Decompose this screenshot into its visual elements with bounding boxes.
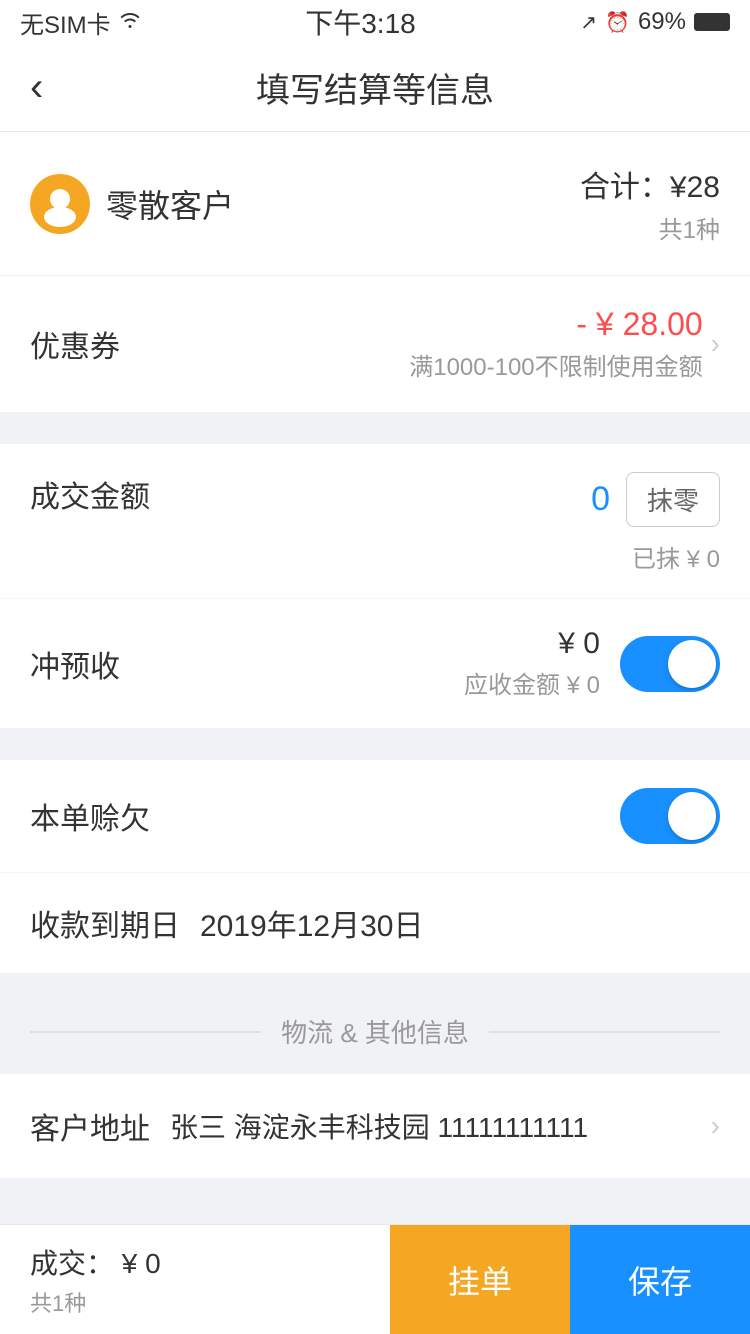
page-title: 填写结算等信息 xyxy=(256,63,494,112)
transaction-label: 成交金额 xyxy=(30,472,150,516)
section-divider-2 xyxy=(0,744,750,760)
address-chevron-icon: › xyxy=(711,1110,720,1142)
section-divider-1 xyxy=(0,428,750,444)
address-value: 张三 海淀永丰科技园 11111111111 xyxy=(170,1106,703,1146)
coupon-chevron-icon: › xyxy=(711,328,720,360)
transaction-right: 抹零 xyxy=(167,472,720,527)
already-rounded: 已抹 ¥ 0 xyxy=(0,539,750,598)
pending-button[interactable]: 挂单 xyxy=(390,1225,570,1334)
round-off-button[interactable]: 抹零 xyxy=(626,472,720,527)
due-date-label: 收款到期日 xyxy=(30,901,180,945)
save-button[interactable]: 保存 xyxy=(570,1225,750,1334)
bottom-transaction-label: 成交： xyxy=(30,1248,114,1279)
pre-collect-toggle[interactable] xyxy=(620,636,720,692)
coupon-right: - ¥ 28.00 满1000-100不限制使用金额 › xyxy=(409,306,720,382)
coupon-discount: - ¥ 28.00 xyxy=(409,306,702,343)
bottom-spacer xyxy=(0,1194,750,1210)
coupon-desc: 满1000-100不限制使用金额 xyxy=(409,347,702,382)
status-left: 无SIM卡 xyxy=(20,5,141,40)
pre-collect-row: 冲预收 ¥ 0 应收金额 ¥ 0 xyxy=(0,598,750,728)
bottom-transaction-amount: ¥ 0 xyxy=(122,1248,161,1279)
location-icon: ↗ xyxy=(580,10,597,35)
debt-section: 本单赊欠 收款到期日 2019年12月30日 xyxy=(0,760,750,973)
transaction-amount-input[interactable] xyxy=(167,480,610,519)
coupon-row[interactable]: 优惠券 - ¥ 28.00 满1000-100不限制使用金额 › xyxy=(0,275,750,412)
customer-card: 零散客户 合计：¥28 共1种 优惠券 - ¥ 28.00 满1000-100不… xyxy=(0,132,750,412)
network-label: 无SIM卡 xyxy=(20,5,111,40)
coupon-label: 优惠券 xyxy=(30,322,120,366)
status-bar: 无SIM卡 下午3:18 ↗ ⏰ 69% xyxy=(0,0,750,44)
nav-bar: ‹ 填写结算等信息 xyxy=(0,44,750,132)
alarm-icon: ⏰ xyxy=(605,10,630,35)
address-row[interactable]: 客户地址 张三 海淀永丰科技园 11111111111 › xyxy=(0,1074,750,1178)
wifi-icon xyxy=(119,8,141,36)
pre-collect-main: ¥ 0 xyxy=(464,627,600,661)
coupon-info: - ¥ 28.00 满1000-100不限制使用金额 xyxy=(409,306,702,382)
save-label: 保存 xyxy=(628,1257,692,1303)
time-label: 下午3:18 xyxy=(305,2,416,42)
pre-collect-right: ¥ 0 应收金额 ¥ 0 xyxy=(464,627,720,700)
total-count: 共1种 xyxy=(580,210,720,245)
pre-collect-amounts: ¥ 0 应收金额 ¥ 0 xyxy=(464,627,600,700)
debt-label: 本单赊欠 xyxy=(30,794,150,838)
address-section: 客户地址 张三 海淀永丰科技园 11111111111 › xyxy=(0,1074,750,1178)
content: 零散客户 合计：¥28 共1种 优惠券 - ¥ 28.00 满1000-100不… xyxy=(0,132,750,1330)
debt-toggle-knob xyxy=(668,792,716,840)
pending-label: 挂单 xyxy=(448,1257,512,1303)
customer-avatar xyxy=(30,174,90,234)
pre-collect-label: 冲预收 xyxy=(30,642,120,686)
back-button[interactable]: ‹ xyxy=(30,65,43,110)
status-right: ↗ ⏰ 69% xyxy=(580,8,730,36)
bottom-info: 成交： ¥ 0 共1种 xyxy=(0,1225,390,1334)
logistics-header: 物流 & 其他信息 xyxy=(0,989,750,1074)
bottom-count: 共1种 xyxy=(30,1286,360,1318)
due-date-value: 2019年12月30日 xyxy=(200,901,423,945)
bottom-bar: 成交： ¥ 0 共1种 挂单 保存 xyxy=(0,1224,750,1334)
logistics-label: 物流 & 其他信息 xyxy=(261,1018,489,1048)
transaction-section: 成交金额 抹零 已抹 ¥ 0 冲预收 ¥ 0 应收金额 ¥ 0 xyxy=(0,444,750,728)
address-label: 客户地址 xyxy=(30,1104,150,1148)
customer-left: 零散客户 xyxy=(30,174,234,234)
debt-row: 本单赊欠 xyxy=(0,760,750,872)
due-date-row: 收款到期日 2019年12月30日 xyxy=(0,872,750,973)
customer-name: 零散客户 xyxy=(106,181,234,227)
toggle-knob xyxy=(668,640,716,688)
customer-row: 零散客户 合计：¥28 共1种 xyxy=(0,132,750,275)
debt-toggle[interactable] xyxy=(620,788,720,844)
bottom-transaction: 成交： ¥ 0 xyxy=(30,1242,360,1282)
total-amount: 合计：¥28 xyxy=(580,162,720,206)
battery-label: 69% xyxy=(638,8,686,36)
battery-icon xyxy=(694,13,730,31)
customer-total: 合计：¥28 共1种 xyxy=(580,162,720,245)
pre-collect-sub: 应收金额 ¥ 0 xyxy=(464,665,600,700)
transaction-amount-row: 成交金额 抹零 xyxy=(0,444,750,539)
